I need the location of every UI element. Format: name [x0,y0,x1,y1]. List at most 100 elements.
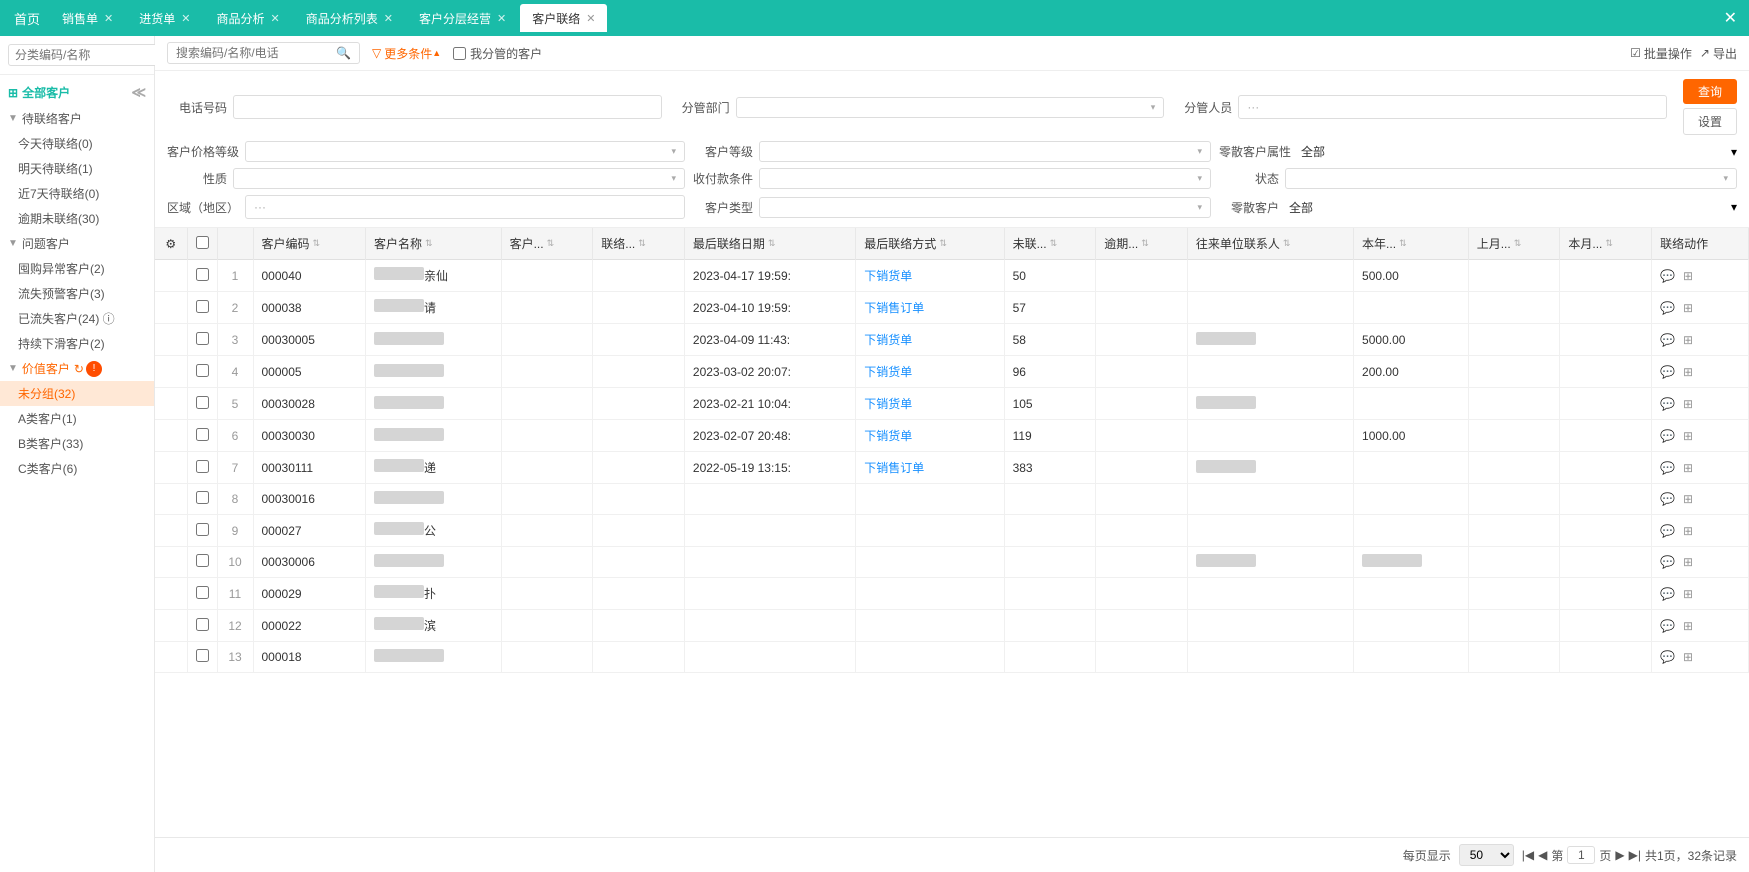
refresh-icon[interactable]: ↻ [74,362,84,376]
tab-analysis[interactable]: 商品分析 ✕ [204,4,291,32]
tab-analysis-list[interactable]: 商品分析列表 ✕ [294,4,405,32]
td-checkbox[interactable] [187,547,217,578]
th-this-year[interactable]: 本年...⇅ [1354,228,1469,260]
chat-icon[interactable]: 💬 [1660,555,1675,569]
filter-search-icon[interactable]: 🔍 [336,46,351,60]
th-gear[interactable]: ⚙ [155,228,187,260]
grid-action-icon[interactable]: ⊞ [1683,619,1693,633]
th-checkbox[interactable] [187,228,217,260]
filter-search-input[interactable] [176,46,336,60]
tab-close-analysis-list[interactable]: ✕ [384,12,393,25]
sidebar-item-hoarding[interactable]: 囤购异常客户(2) [0,256,154,281]
chat-icon[interactable]: 💬 [1660,587,1675,601]
row-checkbox[interactable] [196,523,209,536]
row-checkbox[interactable] [196,332,209,345]
chat-icon[interactable]: 💬 [1660,301,1675,315]
td-checkbox[interactable] [187,420,217,452]
chat-icon[interactable]: 💬 [1660,397,1675,411]
th-this-month[interactable]: 本月...⇅ [1560,228,1652,260]
td-checkbox[interactable] [187,578,217,610]
grid-action-icon[interactable]: ⊞ [1683,587,1693,601]
current-page-input[interactable]: 1 [1567,846,1595,864]
sidebar-item-declining[interactable]: 持续下滑客户(2) [0,331,154,356]
tab-home[interactable]: 首页 [4,9,50,28]
cust-grade-select[interactable]: ▾ [759,141,1211,162]
sidebar-item-churned[interactable]: 已流失客户(24) ⓘ [0,306,154,331]
th-name[interactable]: 客户名称⇅ [366,228,502,260]
chat-icon[interactable]: 💬 [1660,365,1675,379]
grid-action-icon[interactable]: ⊞ [1683,492,1693,506]
filter-my-customers[interactable]: 我分管的客户 [453,45,542,62]
td-checkbox[interactable] [187,452,217,484]
td-checkbox[interactable] [187,388,217,420]
per-page-select[interactable]: 50 100 200 [1459,844,1514,866]
my-customers-checkbox[interactable] [453,47,466,60]
grid-action-icon[interactable]: ⊞ [1683,650,1693,664]
chat-icon[interactable]: 💬 [1660,461,1675,475]
row-checkbox[interactable] [196,491,209,504]
grid-action-icon[interactable]: ⊞ [1683,555,1693,569]
th-last-method[interactable]: 最后联络方式⇅ [856,228,1004,260]
region-select[interactable]: ··· [245,195,685,219]
th-type[interactable]: 客户...⇅ [501,228,593,260]
grid-action-icon[interactable]: ⊞ [1683,365,1693,379]
row-checkbox[interactable] [196,618,209,631]
chat-icon[interactable]: 💬 [1660,524,1675,538]
td-checkbox[interactable] [187,610,217,642]
sidebar-item-ungroup[interactable]: 未分组(32) [0,381,154,406]
th-last-month[interactable]: 上月...⇅ [1468,228,1560,260]
manager-select[interactable]: ··· [1238,95,1667,119]
chat-icon[interactable]: 💬 [1660,619,1675,633]
grid-action-icon[interactable]: ⊞ [1683,429,1693,443]
td-checkbox[interactable] [187,292,217,324]
tab-close-sales[interactable]: ✕ [104,12,113,25]
row-checkbox[interactable] [196,396,209,409]
chat-icon[interactable]: 💬 [1660,492,1675,506]
sidebar-item-churn-warning[interactable]: 流失预警客户(3) [0,281,154,306]
sidebar-item-today[interactable]: 今天待联络(0) [0,131,154,156]
grid-action-icon[interactable]: ⊞ [1683,333,1693,347]
nature-select[interactable]: ▾ [233,168,685,189]
row-checkbox[interactable] [196,460,209,473]
query-button[interactable]: 查询 [1683,79,1737,104]
last-method-link[interactable]: 下销货单 [864,397,912,411]
row-checkbox[interactable] [196,364,209,377]
chat-icon[interactable]: 💬 [1660,269,1675,283]
sidebar-search-input[interactable] [8,44,177,66]
sidebar-group-pending[interactable]: ▼ 待联络客户 [0,106,154,131]
last-method-link[interactable]: 下销售订单 [864,461,924,475]
row-checkbox[interactable] [196,554,209,567]
cust-type-select[interactable]: ▾ [759,197,1211,218]
reset-button[interactable]: 设置 [1683,108,1737,135]
select-all-checkbox[interactable] [196,236,209,249]
grid-action-icon[interactable]: ⊞ [1683,524,1693,538]
tab-customer-segment[interactable]: 客户分层经营 ✕ [407,4,518,32]
sidebar-item-class-c[interactable]: C类客户(6) [0,456,154,481]
td-checkbox[interactable] [187,484,217,515]
sidebar-item-class-b[interactable]: B类客户(33) [0,431,154,456]
grid-action-icon[interactable]: ⊞ [1683,461,1693,475]
chat-icon[interactable]: 💬 [1660,650,1675,664]
first-page-btn[interactable]: |◀ [1522,848,1534,862]
sidebar-item-7days[interactable]: 近7天待联络(0) [0,181,154,206]
sidebar-collapse-btn[interactable]: ≪ [131,84,146,101]
chat-icon[interactable]: 💬 [1660,333,1675,347]
filter-more-btn[interactable]: ▽ 更多条件 ▲ [372,45,441,62]
th-person[interactable]: 往来单位联系人⇅ [1187,228,1353,260]
dept-select[interactable]: ▾ [736,97,1165,118]
chat-icon[interactable]: 💬 [1660,429,1675,443]
last-method-link[interactable]: 下销货单 [864,269,912,283]
phone-input[interactable] [233,95,662,119]
tab-purchase[interactable]: 进货单 ✕ [127,4,202,32]
last-method-link[interactable]: 下销货单 [864,365,912,379]
row-checkbox[interactable] [196,586,209,599]
export-btn[interactable]: ↗ 导出 [1700,45,1737,62]
status-select[interactable]: ▾ [1285,168,1737,189]
sidebar-item-overdue[interactable]: 逾期未联络(30) [0,206,154,231]
prev-page-btn[interactable]: ◀ [1538,848,1547,862]
row-checkbox[interactable] [196,300,209,313]
tab-close-analysis[interactable]: ✕ [271,12,280,25]
sidebar-all-customers[interactable]: ⊞ 全部客户 ≪ [0,79,154,106]
payment-select[interactable]: ▾ [759,168,1211,189]
price-grade-select[interactable]: ▾ [245,141,685,162]
